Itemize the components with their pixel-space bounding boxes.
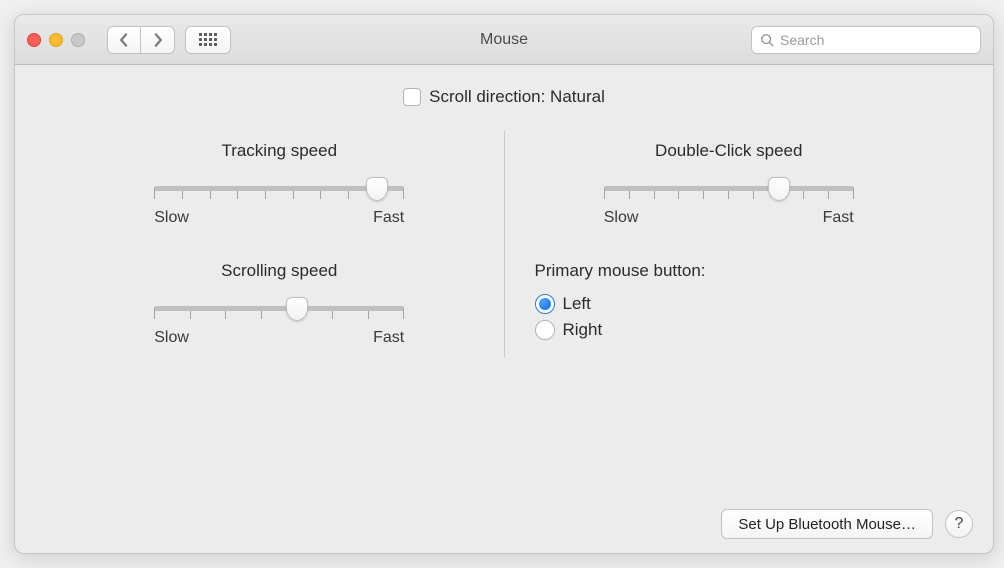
tracking-speed-slider-wrap: Slow Fast (154, 179, 404, 227)
traffic-lights (27, 33, 85, 47)
grid-icon (199, 33, 217, 46)
radio-right[interactable] (535, 320, 555, 340)
scroll-direction-row: Scroll direction: Natural (55, 87, 953, 107)
fast-label: Fast (823, 209, 854, 227)
show-all-button[interactable] (185, 26, 231, 54)
double-click-speed-labels: Slow Fast (604, 209, 854, 227)
radio-right-label: Right (563, 320, 603, 340)
tracking-speed-slider[interactable] (154, 179, 404, 199)
forward-button[interactable] (141, 26, 175, 54)
scrolling-speed-slider-wrap: Slow Fast (154, 299, 404, 347)
scroll-direction-label: Scroll direction: Natural (429, 87, 605, 107)
setup-bluetooth-mouse-button[interactable]: Set Up Bluetooth Mouse… (721, 509, 933, 539)
chevron-left-icon (117, 33, 131, 47)
chevron-right-icon (151, 33, 165, 47)
settings-columns: Tracking speed Slow Fast Scr (55, 131, 953, 357)
content-area: Scroll direction: Natural Tracking speed… (15, 65, 993, 553)
footer: Set Up Bluetooth Mouse… ? (721, 509, 973, 539)
double-click-speed-slider-wrap: Slow Fast (604, 179, 854, 227)
slow-label: Slow (604, 209, 639, 227)
maximize-icon[interactable] (71, 33, 85, 47)
search-input[interactable] (780, 32, 972, 48)
right-column: Double-Click speed Slow Fast (505, 131, 954, 357)
scrolling-speed-title: Scrolling speed (79, 261, 480, 281)
primary-button-left-row[interactable]: Left (529, 291, 930, 317)
help-button[interactable]: ? (945, 510, 973, 538)
double-click-speed-title: Double-Click speed (529, 141, 930, 161)
tracking-speed-title: Tracking speed (79, 141, 480, 161)
primary-mouse-button-label: Primary mouse button: (529, 261, 930, 281)
fast-label: Fast (373, 329, 404, 347)
tracking-speed-labels: Slow Fast (154, 209, 404, 227)
scrolling-speed-labels: Slow Fast (154, 329, 404, 347)
system-preferences-window: Mouse Scroll direction: Natural Tracking… (14, 14, 994, 554)
slow-label: Slow (154, 329, 189, 347)
double-click-speed-slider[interactable] (604, 179, 854, 199)
slider-ticks (154, 311, 404, 321)
button-label: Set Up Bluetooth Mouse… (738, 516, 916, 533)
fast-label: Fast (373, 209, 404, 227)
left-column: Tracking speed Slow Fast Scr (55, 131, 505, 357)
close-icon[interactable] (27, 33, 41, 47)
slow-label: Slow (154, 209, 189, 227)
slider-ticks (604, 191, 854, 201)
help-icon: ? (955, 515, 964, 533)
minimize-icon[interactable] (49, 33, 63, 47)
radio-left[interactable] (535, 294, 555, 314)
search-field[interactable] (751, 26, 981, 54)
radio-left-label: Left (563, 294, 591, 314)
primary-button-right-row[interactable]: Right (529, 317, 930, 343)
search-icon (760, 33, 774, 47)
scrolling-speed-slider[interactable] (154, 299, 404, 319)
nav-back-forward (107, 26, 175, 54)
titlebar: Mouse (15, 15, 993, 65)
back-button[interactable] (107, 26, 141, 54)
scroll-direction-checkbox[interactable] (403, 88, 421, 106)
